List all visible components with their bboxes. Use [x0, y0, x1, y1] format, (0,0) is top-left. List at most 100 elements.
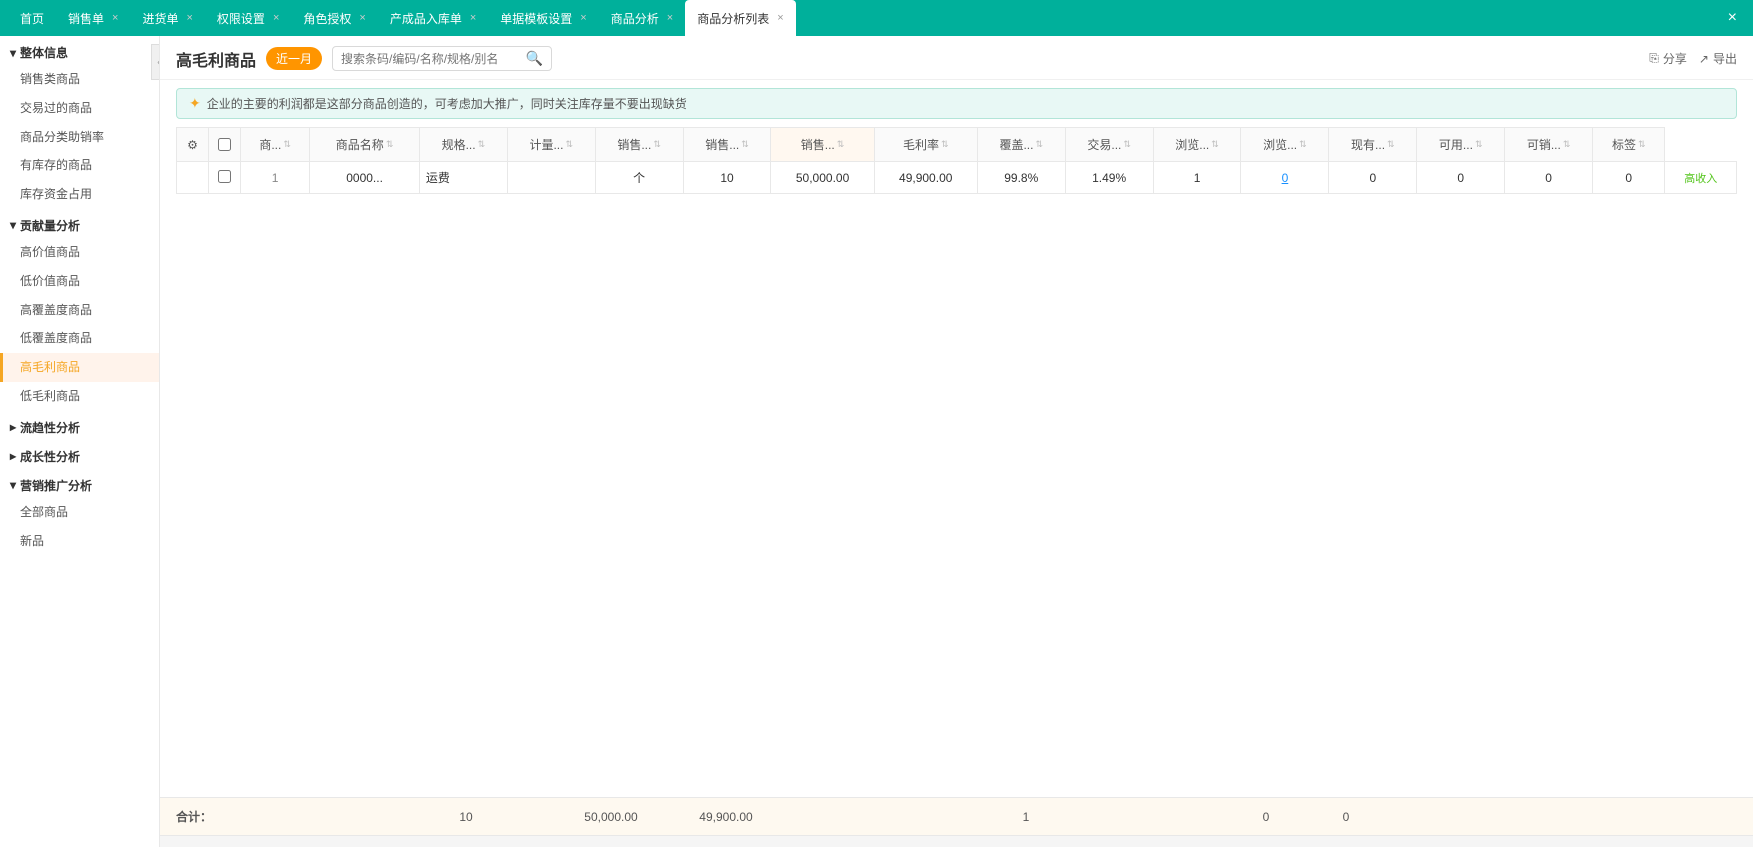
sidebar-item-stocked-goods[interactable]: 有库存的商品 [0, 151, 159, 180]
top-nav: 首页 销售单 × 进货单 × 权限设置 × 角色授权 × 产成品入库单 × 单据… [0, 0, 1753, 36]
col-unit[interactable]: 计量... ⇅ [507, 128, 595, 162]
window-close-button[interactable]: × [1720, 9, 1745, 27]
sidebar-item-high-value[interactable]: 高价值商品 [0, 238, 159, 267]
filter-last-month-button[interactable]: 近一月 [266, 47, 322, 70]
close-tab-product-inbound[interactable]: × [470, 12, 476, 24]
info-banner: ✦ 企业的主要的利润都是这部分商品创造的，可考虑加大推广，同时关注库存量不要出现… [176, 88, 1737, 119]
sidebar-group-growth[interactable]: ▸ 成长性分析 [0, 440, 159, 469]
sidebar-group-flow[interactable]: ▸ 流趋性分析 [0, 411, 159, 440]
sidebar-item-high-coverage[interactable]: 高覆盖度商品 [0, 296, 159, 325]
sidebar-item-category-help[interactable]: 商品分类助销率 [0, 123, 159, 152]
sidebar-group-marketing[interactable]: ▾ 营销推广分析 [0, 469, 159, 498]
sort-icon-name[interactable]: ⇅ [386, 139, 394, 150]
col-current-stock[interactable]: 现有... ⇅ [1329, 128, 1417, 162]
chevron-down-icon: ▾ [10, 46, 16, 60]
col-tag[interactable]: 标签 ⇅ [1593, 128, 1665, 162]
row-sales-amount: 50,000.00 [771, 162, 874, 194]
footer-available: 0 [1306, 810, 1386, 824]
row-unit: 个 [595, 162, 683, 194]
info-icon: ✦ [189, 95, 201, 112]
close-tab-template[interactable]: × [580, 12, 586, 24]
row-checkbox[interactable] [209, 162, 241, 194]
sidebar-item-low-value[interactable]: 低价值商品 [0, 267, 159, 296]
col-available[interactable]: 可用... ⇅ [1417, 128, 1505, 162]
sidebar-item-inventory-capital[interactable]: 库存资金占用 [0, 180, 159, 209]
nav-home[interactable]: 首页 [8, 0, 56, 36]
sort-icon-browse2[interactable]: ⇅ [1299, 139, 1307, 150]
close-tab-sales[interactable]: × [112, 12, 118, 24]
col-settings[interactable]: ⚙ [177, 128, 209, 162]
col-gross-margin[interactable]: 毛利率 ⇅ [874, 128, 977, 162]
sort-icon-trade[interactable]: ⇅ [1123, 139, 1131, 150]
close-tab-goods-analysis-list[interactable]: × [777, 12, 783, 24]
nav-goods-analysis-list[interactable]: 商品分析列表 × [685, 0, 795, 36]
col-sellable[interactable]: 可销... ⇅ [1505, 128, 1593, 162]
export-button[interactable]: ↗ 导出 [1699, 50, 1737, 67]
sidebar-item-new-goods[interactable]: 新品 [0, 527, 159, 556]
search-icon[interactable]: 🔍 [526, 50, 543, 67]
sidebar-item-low-margin[interactable]: 低毛利商品 [0, 382, 159, 411]
sidebar-group-overall[interactable]: ▾ 整体信息 [0, 36, 159, 65]
sort-icon-margin[interactable]: ⇅ [941, 139, 949, 150]
close-tab-role[interactable]: × [359, 12, 365, 24]
sort-icon-unit[interactable]: ⇅ [565, 139, 573, 150]
footer-empty1 [786, 810, 886, 824]
col-sales-profit[interactable]: 销售... ⇅ [771, 128, 874, 162]
sidebar-item-all-goods[interactable]: 全部商品 [0, 498, 159, 527]
nav-purchase[interactable]: 进货单 × [130, 0, 204, 36]
footer-sales-amount: 50,000.00 [556, 810, 666, 824]
close-tab-goods-analysis[interactable]: × [667, 12, 673, 24]
sidebar-item-traded-goods[interactable]: 交易过的商品 [0, 94, 159, 123]
sort-icon-profit[interactable]: ⇅ [837, 139, 845, 150]
sidebar-item-low-coverage[interactable]: 低覆盖度商品 [0, 324, 159, 353]
chevron-right-icon-2: ▸ [10, 449, 16, 463]
sort-icon-stock[interactable]: ⇅ [1387, 139, 1395, 150]
row-select-checkbox[interactable] [218, 170, 231, 183]
sidebar-item-sales-goods[interactable]: 销售类商品 [0, 65, 159, 94]
select-all-checkbox[interactable] [218, 138, 231, 151]
close-tab-purchase[interactable]: × [186, 12, 192, 24]
sidebar-item-high-margin[interactable]: 高毛利商品 [0, 353, 159, 382]
col-code[interactable]: 商... ⇅ [241, 128, 310, 162]
nav-role[interactable]: 角色授权 × [291, 0, 377, 36]
col-browse2[interactable]: 浏览... ⇅ [1241, 128, 1329, 162]
main-layout: « ▾ 整体信息 销售类商品 交易过的商品 商品分类助销率 有库存的商品 库存资… [0, 36, 1753, 847]
footer-label: 合计： [176, 808, 376, 825]
sort-icon-amount[interactable]: ⇅ [741, 139, 749, 150]
chevron-down-icon-3: ▾ [10, 478, 16, 492]
sidebar-collapse-button[interactable]: « [151, 44, 160, 80]
close-tab-permission[interactable]: × [273, 12, 279, 24]
content-header: 高毛利商品 近一月 🔍 ⎘ 分享 ↗ 导出 [160, 36, 1753, 80]
col-name[interactable]: 商品名称 ⇅ [310, 128, 420, 162]
nav-permission[interactable]: 权限设置 × [205, 0, 291, 36]
sort-icon-spec[interactable]: ⇅ [478, 139, 486, 150]
col-browse1[interactable]: 浏览... ⇅ [1153, 128, 1241, 162]
data-table-wrap: ⚙ 商... ⇅ 商品名称 [160, 127, 1753, 797]
sort-icon-coverage[interactable]: ⇅ [1035, 139, 1043, 150]
col-coverage[interactable]: 覆盖... ⇅ [977, 128, 1065, 162]
nav-goods-analysis[interactable]: 商品分析 × [599, 0, 685, 36]
search-input[interactable] [341, 52, 522, 66]
col-trade[interactable]: 交易... ⇅ [1065, 128, 1153, 162]
sort-icon-code[interactable]: ⇅ [283, 139, 291, 150]
nav-product-inbound[interactable]: 产成品入库单 × [378, 0, 488, 36]
content-area: 高毛利商品 近一月 🔍 ⎘ 分享 ↗ 导出 ✦ 企业的主要的利润都是这部分商品创… [160, 36, 1753, 847]
sort-icon-browse1[interactable]: ⇅ [1211, 139, 1219, 150]
sort-icon-tag[interactable]: ⇅ [1638, 139, 1646, 150]
nav-sales[interactable]: 销售单 × [56, 0, 130, 36]
sort-icon-available[interactable]: ⇅ [1475, 139, 1483, 150]
row-browse1[interactable]: 0 [1241, 162, 1329, 194]
footer-sales-qty: 10 [376, 810, 556, 824]
horizontal-scrollbar[interactable] [160, 835, 1753, 847]
sidebar-group-contribution[interactable]: ▾ 贡献量分析 [0, 209, 159, 238]
col-checkbox[interactable] [209, 128, 241, 162]
nav-template[interactable]: 单据模板设置 × [488, 0, 598, 36]
col-spec[interactable]: 规格... ⇅ [419, 128, 507, 162]
share-button[interactable]: ⎘ 分享 [1649, 50, 1687, 67]
col-sales-qty[interactable]: 销售... ⇅ [595, 128, 683, 162]
col-sales-amount[interactable]: 销售... ⇅ [683, 128, 771, 162]
sort-icon-qty[interactable]: ⇅ [653, 139, 661, 150]
page-title: 高毛利商品 [176, 47, 256, 71]
table-row: 1 0000... 运费 个 10 50,000.00 49,900.00 99… [177, 162, 1737, 194]
sort-icon-sellable[interactable]: ⇅ [1563, 139, 1571, 150]
